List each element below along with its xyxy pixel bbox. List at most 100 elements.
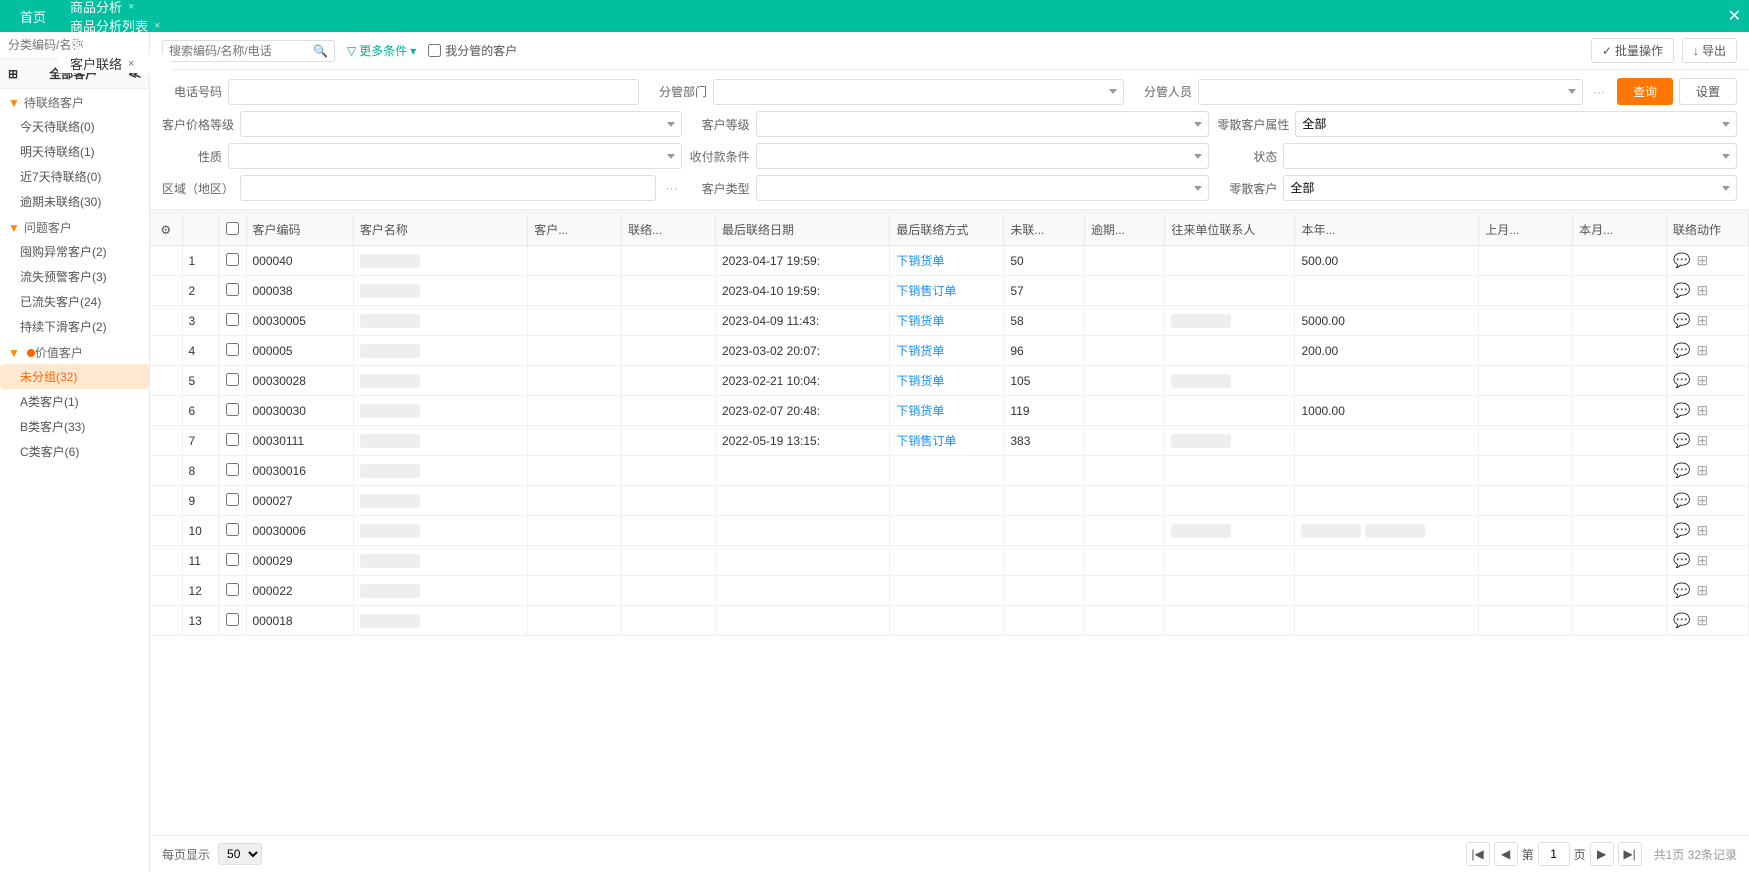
col-way-header[interactable]: 最后联络方式	[890, 214, 1004, 246]
grid-action-icon[interactable]: ⊞	[1696, 372, 1708, 389]
col-overdue-header[interactable]: 逾期...	[1084, 214, 1164, 246]
my-customers-check[interactable]	[428, 44, 441, 57]
row-checkbox[interactable]	[226, 613, 239, 626]
col-name-header[interactable]: 客户名称	[353, 214, 527, 246]
nature-select[interactable]	[228, 143, 682, 169]
first-page-btn[interactable]: |◀	[1466, 842, 1490, 866]
grid-action-icon[interactable]: ⊞	[1696, 462, 1708, 479]
price-level-select[interactable]	[240, 111, 682, 137]
query-btn[interactable]: 查询	[1617, 78, 1673, 105]
batch-ops-btn[interactable]: ✓ 批量操作	[1591, 38, 1674, 63]
filter-search-icon[interactable]: 🔍	[313, 44, 328, 58]
row-checkbox[interactable]	[226, 433, 239, 446]
row-last-way[interactable]: 下销售订单	[890, 276, 1004, 306]
sidebar-item-已流失客户(24)[interactable]: 已流失客户(24)	[0, 289, 149, 314]
row-last-way-link[interactable]: 下销货单	[896, 314, 944, 328]
customer-level-select[interactable]	[756, 111, 1210, 137]
sidebar-item-囤购异常客户(2)[interactable]: 囤购异常客户(2)	[0, 239, 149, 264]
filter-search-input[interactable]	[169, 44, 309, 58]
last-page-btn[interactable]: ▶|	[1618, 842, 1642, 866]
retail-customer-select[interactable]: 全部	[1283, 175, 1737, 201]
row-checkbox[interactable]	[226, 553, 239, 566]
grid-action-icon[interactable]: ⊞	[1696, 252, 1708, 269]
row-last-way[interactable]	[890, 456, 1004, 486]
col-date-header[interactable]: 最后联络日期	[715, 214, 889, 246]
row-last-way[interactable]: 下销货单	[890, 306, 1004, 336]
sidebar-item-逾期未联络(30)[interactable]: 逾期未联络(30)	[0, 189, 149, 214]
nav-tab-客户分层经营[interactable]: 客户分层经营×	[58, 35, 172, 54]
sidebar-item-未分组(32)[interactable]: 未分组(32)	[0, 364, 149, 389]
row-last-way[interactable]	[890, 516, 1004, 546]
grid-action-icon[interactable]: ⊞	[1696, 282, 1708, 299]
tab-close-icon[interactable]: ×	[154, 39, 160, 51]
row-last-way[interactable]	[890, 486, 1004, 516]
close-window-icon[interactable]: ✕	[1728, 6, 1741, 26]
chat-icon[interactable]: 💬	[1673, 402, 1690, 419]
per-page-select[interactable]: 50	[218, 843, 262, 865]
reset-btn[interactable]: 设置	[1679, 78, 1737, 105]
sidebar-group-待联络客户[interactable]: ▼待联络客户	[0, 89, 149, 114]
nav-tab-商品分析列表[interactable]: 商品分析列表×	[58, 16, 172, 35]
settings-col-header[interactable]: ⚙	[150, 214, 182, 246]
sidebar-group-问题客户[interactable]: ▼问题客户	[0, 214, 149, 239]
chat-icon[interactable]: 💬	[1673, 342, 1690, 359]
chat-icon[interactable]: 💬	[1673, 312, 1690, 329]
customer-type-select[interactable]	[756, 175, 1210, 201]
row-checkbox[interactable]	[226, 313, 239, 326]
next-page-btn[interactable]: ▶	[1590, 842, 1614, 866]
chat-icon[interactable]: 💬	[1673, 432, 1690, 449]
row-last-way-link[interactable]: 下销货单	[896, 344, 944, 358]
grid-action-icon[interactable]: ⊞	[1696, 432, 1708, 449]
tab-close-icon[interactable]: ×	[128, 1, 134, 13]
sidebar-group-价值客户[interactable]: ▼价值客户	[0, 339, 149, 364]
grid-action-icon[interactable]: ⊞	[1696, 552, 1708, 569]
chat-icon[interactable]: 💬	[1673, 582, 1690, 599]
grid-action-icon[interactable]: ⊞	[1696, 342, 1708, 359]
row-last-way[interactable]	[890, 576, 1004, 606]
row-last-way-link[interactable]: 下销货单	[896, 404, 944, 418]
grid-action-icon[interactable]: ⊞	[1696, 522, 1708, 539]
select-all-checkbox[interactable]	[226, 222, 239, 235]
row-checkbox[interactable]	[226, 283, 239, 296]
export-btn[interactable]: ↓ 导出	[1682, 38, 1737, 63]
chat-icon[interactable]: 💬	[1673, 522, 1690, 539]
col-thismonth-header[interactable]: 本月...	[1573, 214, 1667, 246]
staff-dots[interactable]: ···	[1589, 85, 1609, 99]
region-dots[interactable]: ···	[662, 181, 682, 195]
sidebar-item-持续下滑客户(2)[interactable]: 持续下滑客户(2)	[0, 314, 149, 339]
chat-icon[interactable]: 💬	[1673, 462, 1690, 479]
status-select[interactable]	[1283, 143, 1737, 169]
retail-attr-select[interactable]: 全部	[1295, 111, 1737, 137]
sidebar-item-今天待联络(0)[interactable]: 今天待联络(0)	[0, 114, 149, 139]
col-year-header[interactable]: 本年...	[1295, 214, 1479, 246]
col-lastmonth-header[interactable]: 上月...	[1479, 214, 1573, 246]
row-checkbox[interactable]	[226, 343, 239, 356]
row-last-way[interactable]: 下销售订单	[890, 426, 1004, 456]
grid-action-icon[interactable]: ⊞	[1696, 582, 1708, 599]
grid-action-icon[interactable]: ⊞	[1696, 402, 1708, 419]
col-type-header[interactable]: 客户...	[528, 214, 622, 246]
grid-action-icon[interactable]: ⊞	[1696, 312, 1708, 329]
row-checkbox[interactable]	[226, 373, 239, 386]
chat-icon[interactable]: 💬	[1673, 492, 1690, 509]
row-last-way-link[interactable]: 下销售订单	[896, 434, 956, 448]
sidebar-item-A类客户(1)[interactable]: A类客户(1)	[0, 389, 149, 414]
tab-close-icon[interactable]: ×	[154, 20, 160, 32]
grid-action-icon[interactable]: ⊞	[1696, 612, 1708, 629]
row-last-way[interactable]	[890, 546, 1004, 576]
chat-icon[interactable]: 💬	[1673, 372, 1690, 389]
grid-action-icon[interactable]: ⊞	[1696, 492, 1708, 509]
row-checkbox[interactable]	[226, 403, 239, 416]
page-number-input[interactable]	[1538, 842, 1570, 866]
row-last-way[interactable]: 下销货单	[890, 336, 1004, 366]
nav-tab-商品分析[interactable]: 商品分析×	[58, 0, 172, 16]
row-checkbox[interactable]	[226, 493, 239, 506]
row-last-way[interactable]	[890, 606, 1004, 636]
region-input[interactable]	[240, 175, 656, 201]
row-last-way-link[interactable]: 下销货单	[896, 254, 944, 268]
more-conditions-btn[interactable]: ▽ 更多条件 ▾	[347, 42, 416, 59]
tab-close-icon[interactable]: ×	[128, 58, 134, 70]
sidebar-item-C类客户(6)[interactable]: C类客户(6)	[0, 439, 149, 464]
nav-tab-客户联络[interactable]: 客户联络×	[58, 54, 172, 73]
col-unit-header[interactable]: 往来单位联系人	[1165, 214, 1295, 246]
